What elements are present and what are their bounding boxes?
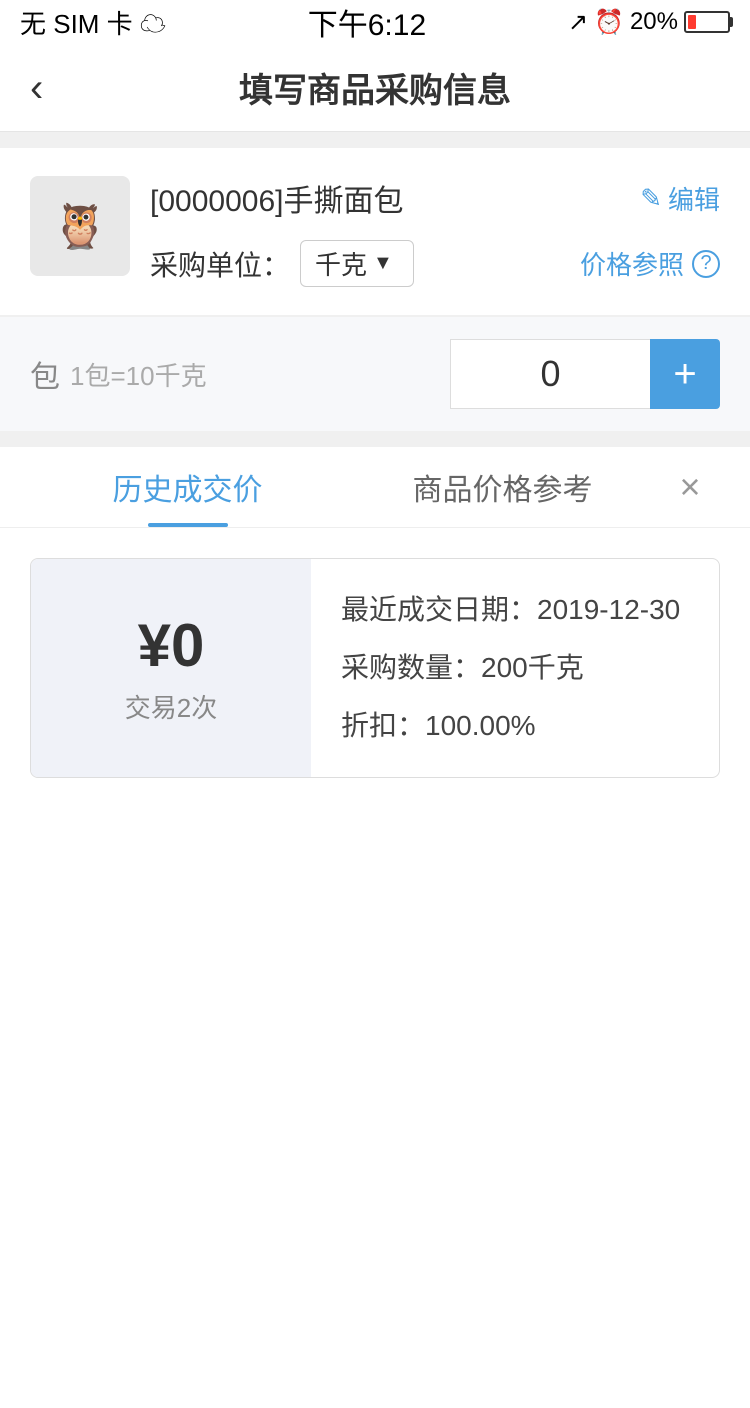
status-left: 无 SIM 卡 ☁: [20, 4, 166, 41]
plus-icon: +: [673, 352, 696, 397]
info-icon: ?: [692, 250, 720, 278]
quantity-unit-info: 包 1包=10千克: [30, 352, 207, 396]
price-ref-label: 价格参照: [580, 245, 684, 282]
product-header: 🦉 [0000006]手撕面包 ✎ 编辑 采购单位： 千克 ▼: [30, 176, 720, 287]
edit-icon: ✎: [640, 183, 662, 214]
yuan-symbol: ¥: [138, 612, 171, 679]
product-image: 🦉: [30, 176, 130, 276]
deal-recent-date-row: 最近成交日期：2019-12-30: [341, 589, 689, 631]
nav-bar: ‹ 填写商品采购信息: [0, 44, 750, 132]
status-time: 下午6:12: [308, 0, 426, 44]
battery-percent: 20%: [630, 8, 678, 36]
tabs-section: 历史成交价 商品价格参考 × ¥0 交易2次 最近成交日期：2019-12-30…: [0, 447, 750, 808]
unit-select[interactable]: 千克 ▼: [300, 240, 414, 287]
product-info: [0000006]手撕面包 ✎ 编辑 采购单位： 千克 ▼ 价格参照 ?: [150, 176, 720, 287]
location-icon: ↗: [568, 8, 588, 37]
deal-discount-row: 折扣：100.00%: [341, 705, 689, 747]
sim-status: 无 SIM 卡 ☁: [20, 4, 166, 41]
deal-card: ¥0 交易2次 最近成交日期：2019-12-30 采购数量：200千克 折扣：…: [30, 558, 720, 778]
edit-label: 编辑: [668, 180, 720, 217]
purchase-unit-row: 采购单位： 千克 ▼ 价格参照 ?: [150, 240, 720, 287]
purchase-unit-left: 采购单位： 千克 ▼: [150, 240, 414, 287]
recent-date-label: 最近成交日期：: [341, 594, 537, 625]
deal-trade-count: 交易2次: [125, 688, 217, 725]
tab-content: ¥0 交易2次 最近成交日期：2019-12-30 采购数量：200千克 折扣：…: [0, 528, 750, 808]
unit-conversion: 1包=10千克: [70, 356, 207, 393]
tab-price-ref-label: 商品价格参考: [413, 465, 593, 509]
unit-badge: 包: [30, 352, 60, 396]
deal-price: ¥0: [138, 611, 205, 680]
deal-purchase-qty-row: 采购数量：200千克: [341, 647, 689, 689]
purchase-unit-label: 采购单位：: [150, 244, 290, 284]
product-name-row: [0000006]手撕面包 ✎ 编辑: [150, 176, 720, 220]
chevron-down-icon: ▼: [373, 252, 393, 275]
battery-icon: [684, 11, 730, 33]
discount-value: 100.00%: [425, 710, 536, 741]
purchase-qty-label: 采购数量：: [341, 652, 481, 683]
quantity-plus-button[interactable]: +: [650, 339, 720, 409]
product-card: 🦉 [0000006]手撕面包 ✎ 编辑 采购单位： 千克 ▼: [0, 148, 750, 315]
quantity-input-group: +: [450, 339, 720, 409]
deal-price-value: 0: [171, 612, 204, 679]
tab-history-label: 历史成交价: [113, 465, 263, 509]
recent-date-value: 2019-12-30: [537, 594, 680, 625]
back-button[interactable]: ‹: [30, 68, 43, 108]
tabs-header: 历史成交价 商品价格参考 ×: [0, 447, 750, 528]
unit-value: 千克: [315, 245, 367, 282]
quantity-section: 包 1包=10千克 +: [0, 317, 750, 431]
tab-product-price-ref[interactable]: 商品价格参考: [345, 447, 660, 527]
product-logo-icon: 🦉: [53, 200, 108, 252]
edit-button[interactable]: ✎ 编辑: [640, 180, 720, 217]
tab-underline: [148, 523, 228, 527]
price-ref-button[interactable]: 价格参照 ?: [580, 245, 720, 282]
discount-label: 折扣：: [341, 710, 425, 741]
alarm-icon: ⏰: [594, 8, 624, 37]
purchase-qty-value: 200千克: [481, 652, 584, 683]
tab-history-price[interactable]: 历史成交价: [30, 447, 345, 527]
deal-right: 最近成交日期：2019-12-30 采购数量：200千克 折扣：100.00%: [311, 559, 719, 777]
quantity-input[interactable]: [450, 339, 650, 409]
deal-left: ¥0 交易2次: [31, 559, 311, 777]
page-title: 填写商品采购信息: [239, 63, 511, 112]
white-fill-area: [0, 808, 750, 1408]
tab-close-button[interactable]: ×: [660, 457, 720, 517]
product-name: [0000006]手撕面包: [150, 176, 403, 220]
status-right: ↗ ⏰ 20%: [568, 8, 730, 37]
status-bar: 无 SIM 卡 ☁ 下午6:12 ↗ ⏰ 20%: [0, 0, 750, 44]
